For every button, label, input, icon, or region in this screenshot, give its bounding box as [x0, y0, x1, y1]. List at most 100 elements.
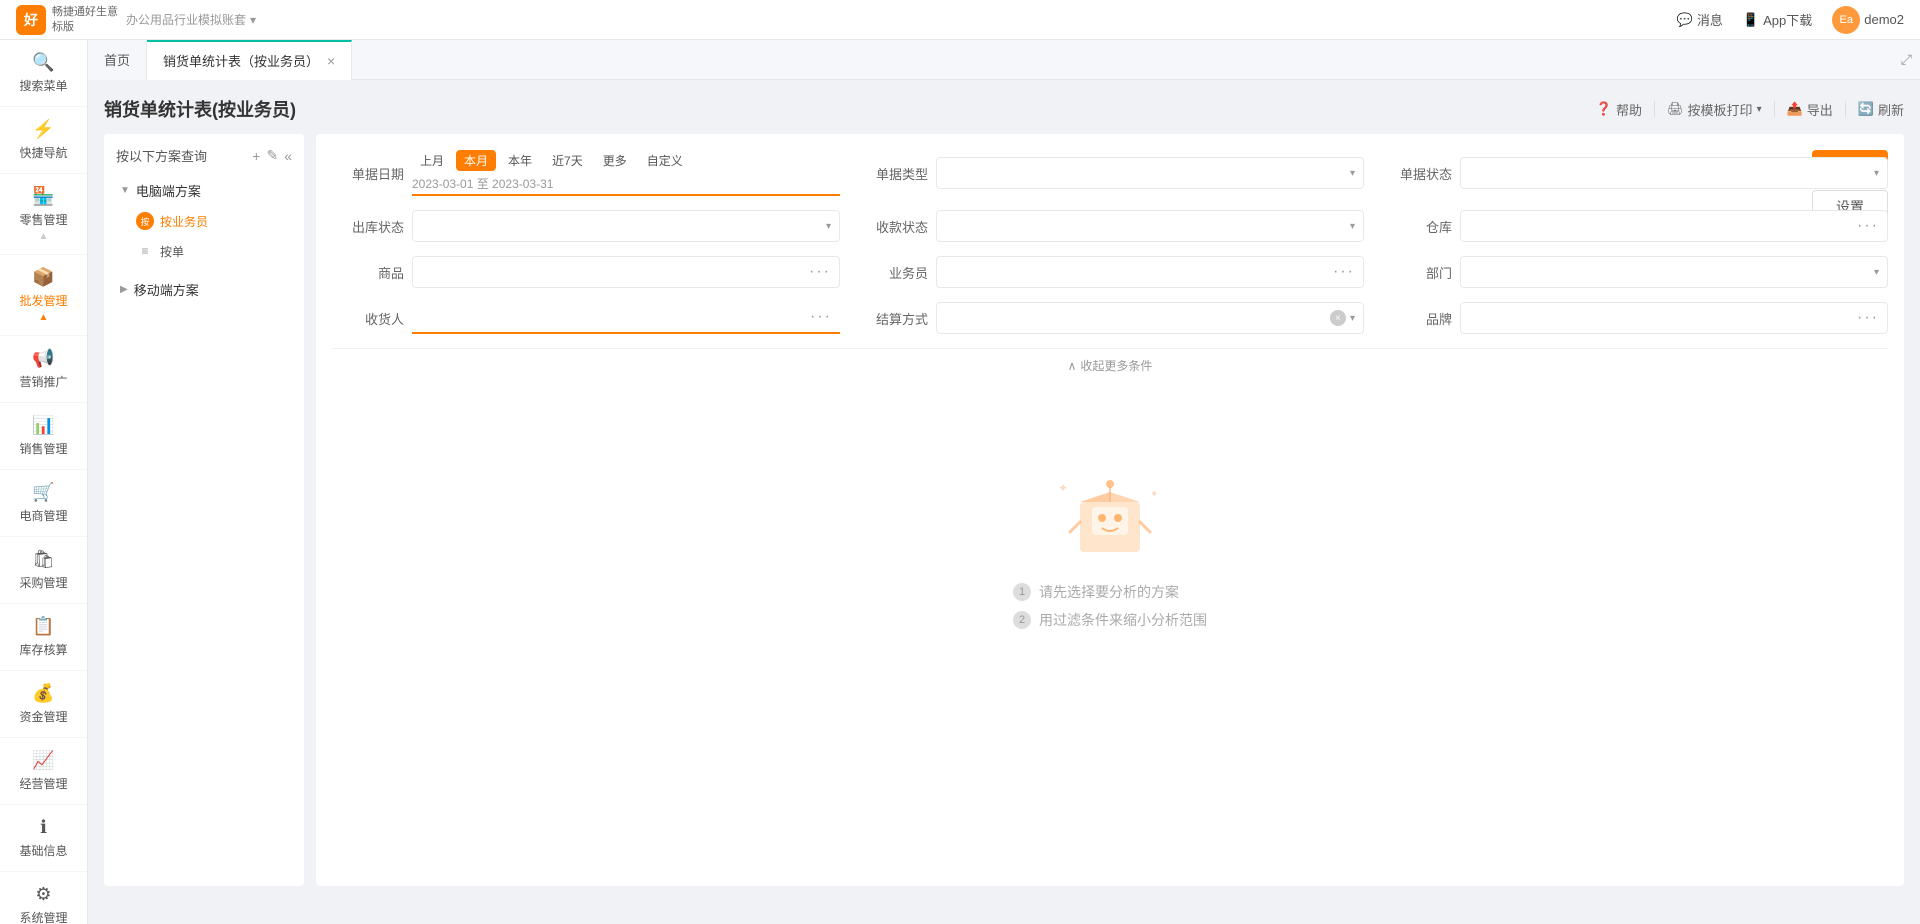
- print-button[interactable]: 🖨 按模板打印 ▾: [1667, 100, 1762, 119]
- divider3: [1845, 101, 1846, 117]
- tab-bar: 首页 销货单统计表（按业务员） × ⤢: [88, 40, 1920, 80]
- tab-bar-right: ⤢: [1893, 51, 1920, 68]
- salesperson-field[interactable]: ···: [936, 256, 1364, 288]
- edit-scheme-button[interactable]: ✎: [266, 147, 278, 164]
- top-selector-arrow: ▾: [250, 13, 256, 27]
- tab-salesreport[interactable]: 销货单统计表（按业务员） ×: [147, 40, 352, 80]
- filter-item-payment: 收款状态 ▾: [856, 210, 1364, 242]
- outstatus-field[interactable]: ▾: [412, 210, 840, 242]
- sidebar-label-operation: 经营管理: [4, 775, 83, 792]
- sidebar-item-inventory[interactable]: 📋 库存核算: [0, 604, 87, 671]
- date-this-year-btn[interactable]: 本年: [500, 150, 540, 171]
- outstatus-label: 出库状态: [332, 217, 412, 236]
- empty-illustration: ✦ ✦: [1050, 462, 1170, 562]
- collapse-conditions-button[interactable]: ∧ 收起更多条件: [332, 348, 1888, 382]
- sidebar-label-finance: 资金管理: [4, 708, 83, 725]
- date-label: 单据日期: [332, 164, 412, 183]
- sidebar-item-sales[interactable]: 📊 销售管理: [0, 403, 87, 470]
- divider1: [1654, 101, 1655, 117]
- docstatus-field[interactable]: ▾: [1460, 157, 1888, 189]
- svg-text:✦: ✦: [1150, 489, 1158, 500]
- sidebar-label-quicknav: 快捷导航: [4, 144, 83, 161]
- help-button[interactable]: ❓ 帮助: [1596, 100, 1642, 119]
- right-panel: 查询 设置 单据日期 上月: [316, 134, 1904, 726]
- page-title: 销货单统计表(按业务员): [104, 96, 296, 122]
- sidebar-item-search[interactable]: 🔍 搜索菜单: [0, 40, 87, 107]
- receiver-field[interactable]: ···: [412, 302, 840, 334]
- settlement-field[interactable]: × ▾: [936, 302, 1364, 334]
- sidebar-item-finance[interactable]: 💰 资金管理: [0, 671, 87, 738]
- wholesale-icon: 📦: [4, 267, 83, 288]
- tree-mobile[interactable]: ▶ 移动端方案: [116, 274, 292, 305]
- date-7days-btn[interactable]: 近7天: [544, 150, 591, 171]
- refresh-icon: 🔄: [1858, 101, 1874, 117]
- date-this-month-btn[interactable]: 本月: [456, 150, 496, 171]
- collapse-icon: ∧: [1068, 359, 1077, 373]
- add-scheme-button[interactable]: +: [252, 148, 260, 164]
- date-last-month-btn[interactable]: 上月: [412, 150, 452, 171]
- sidebar-label-marketing: 营销推广: [4, 373, 83, 390]
- export-button[interactable]: 📤 导出: [1787, 100, 1833, 119]
- filter-item-brand: 品牌 ···: [1380, 302, 1888, 334]
- department-field[interactable]: ▾: [1460, 256, 1888, 288]
- sidebar-item-purchase[interactable]: 🛍 采购管理: [0, 537, 87, 604]
- sidebar-label-inventory: 库存核算: [4, 641, 83, 658]
- empty-tip-1: 1 请先选择要分析的方案: [1013, 582, 1207, 602]
- content-area: 首页 销货单统计表（按业务员） × ⤢ 销货单统计表(按业务员) ❓: [88, 40, 1920, 924]
- filter-item-department: 部门 ▾: [1380, 256, 1888, 288]
- logo-area: 好 畅捷通好生意 标版: [16, 5, 118, 35]
- filter-row-4: 收货人 ··· 结算方式: [332, 302, 1888, 334]
- message-button[interactable]: 💬 消息: [1677, 10, 1723, 29]
- sidebar-item-marketing[interactable]: 📢 营销推广: [0, 336, 87, 403]
- goods-field[interactable]: ···: [412, 256, 840, 288]
- sidebar-item-ecommerce[interactable]: 🛒 电商管理: [0, 470, 87, 537]
- filter-row-2: 出库状态 ▾ 收款状态: [332, 210, 1888, 242]
- operation-icon: 📈: [4, 750, 83, 771]
- date-custom-btn[interactable]: 自定义: [639, 150, 691, 171]
- app-container: 好 畅捷通好生意 标版 办公用品行业模拟账套 ▾ 💬 消息 📱 App下载: [0, 0, 1920, 924]
- right-panel-wrapper: 查询 设置 单据日期 上月: [316, 134, 1904, 886]
- filter-item-warehouse: 仓库 ···: [1380, 210, 1888, 242]
- app-download-button[interactable]: 📱 App下载: [1743, 10, 1812, 29]
- tab-maximize-icon[interactable]: ⤢: [1893, 51, 1920, 68]
- sub-item-by-order[interactable]: ≡ 按单: [132, 236, 292, 266]
- tab-home[interactable]: 首页: [88, 40, 147, 80]
- divider2: [1774, 101, 1775, 117]
- goods-label: 商品: [332, 263, 412, 282]
- warehouse-label: 仓库: [1380, 217, 1460, 236]
- outstatus-arrow-icon: ▾: [826, 221, 831, 232]
- sidebar-label-search: 搜索菜单: [4, 77, 83, 94]
- docstatus-arrow-icon: ▾: [1874, 168, 1879, 179]
- user-menu[interactable]: Ea demo2: [1832, 6, 1904, 34]
- refresh-button[interactable]: 🔄 刷新: [1858, 100, 1904, 119]
- tree-mobile-label: 移动端方案: [134, 280, 199, 299]
- sales-icon: 📊: [4, 415, 83, 436]
- doctype-label: 单据类型: [856, 164, 936, 183]
- left-panel-header: 按以下方案查询 + ✎ «: [116, 146, 292, 165]
- sidebar-item-basicinfo[interactable]: ℹ 基础信息: [0, 805, 87, 872]
- filter-item-outstatus: 出库状态 ▾: [332, 210, 840, 242]
- settlement-clear-button[interactable]: ×: [1330, 310, 1346, 326]
- help-icon: ❓: [1596, 101, 1612, 117]
- sidebar-item-quicknav[interactable]: ⚡ 快捷导航: [0, 107, 87, 174]
- sub-item-by-salesperson[interactable]: 按 按业务员: [132, 206, 292, 236]
- collapse-panel-button[interactable]: «: [284, 148, 292, 164]
- date-more-btn[interactable]: 更多: [595, 150, 635, 171]
- brand-field[interactable]: ···: [1460, 302, 1888, 334]
- sidebar-item-operation[interactable]: 📈 经营管理: [0, 738, 87, 805]
- sidebar-label-ecommerce: 电商管理: [4, 507, 83, 524]
- top-selector[interactable]: 办公用品行业模拟账套 ▾: [126, 11, 256, 28]
- payment-field[interactable]: ▾: [936, 210, 1364, 242]
- tab-close-icon[interactable]: ×: [327, 53, 335, 69]
- warehouse-field[interactable]: ···: [1460, 210, 1888, 242]
- doctype-field[interactable]: ▾: [936, 157, 1364, 189]
- filter-item-doctype: 单据类型 ▾: [856, 150, 1364, 196]
- brand-dots-icon: ···: [1857, 309, 1879, 327]
- left-panel: 按以下方案查询 + ✎ « ▼ 电脑端方案: [104, 134, 304, 886]
- sidebar-item-system[interactable]: ⚙ 系统管理: [0, 872, 87, 924]
- sidebar-item-retail[interactable]: 🏪 零售管理 ▲: [0, 174, 87, 255]
- logo-text: 畅捷通好生意 标版: [52, 5, 118, 34]
- tree-desktop[interactable]: ▼ 电脑端方案: [116, 175, 292, 206]
- empty-tip-2: 2 用过滤条件来缩小分析范围: [1013, 610, 1207, 630]
- sidebar-item-wholesale[interactable]: 📦 批发管理 ▲: [0, 255, 87, 336]
